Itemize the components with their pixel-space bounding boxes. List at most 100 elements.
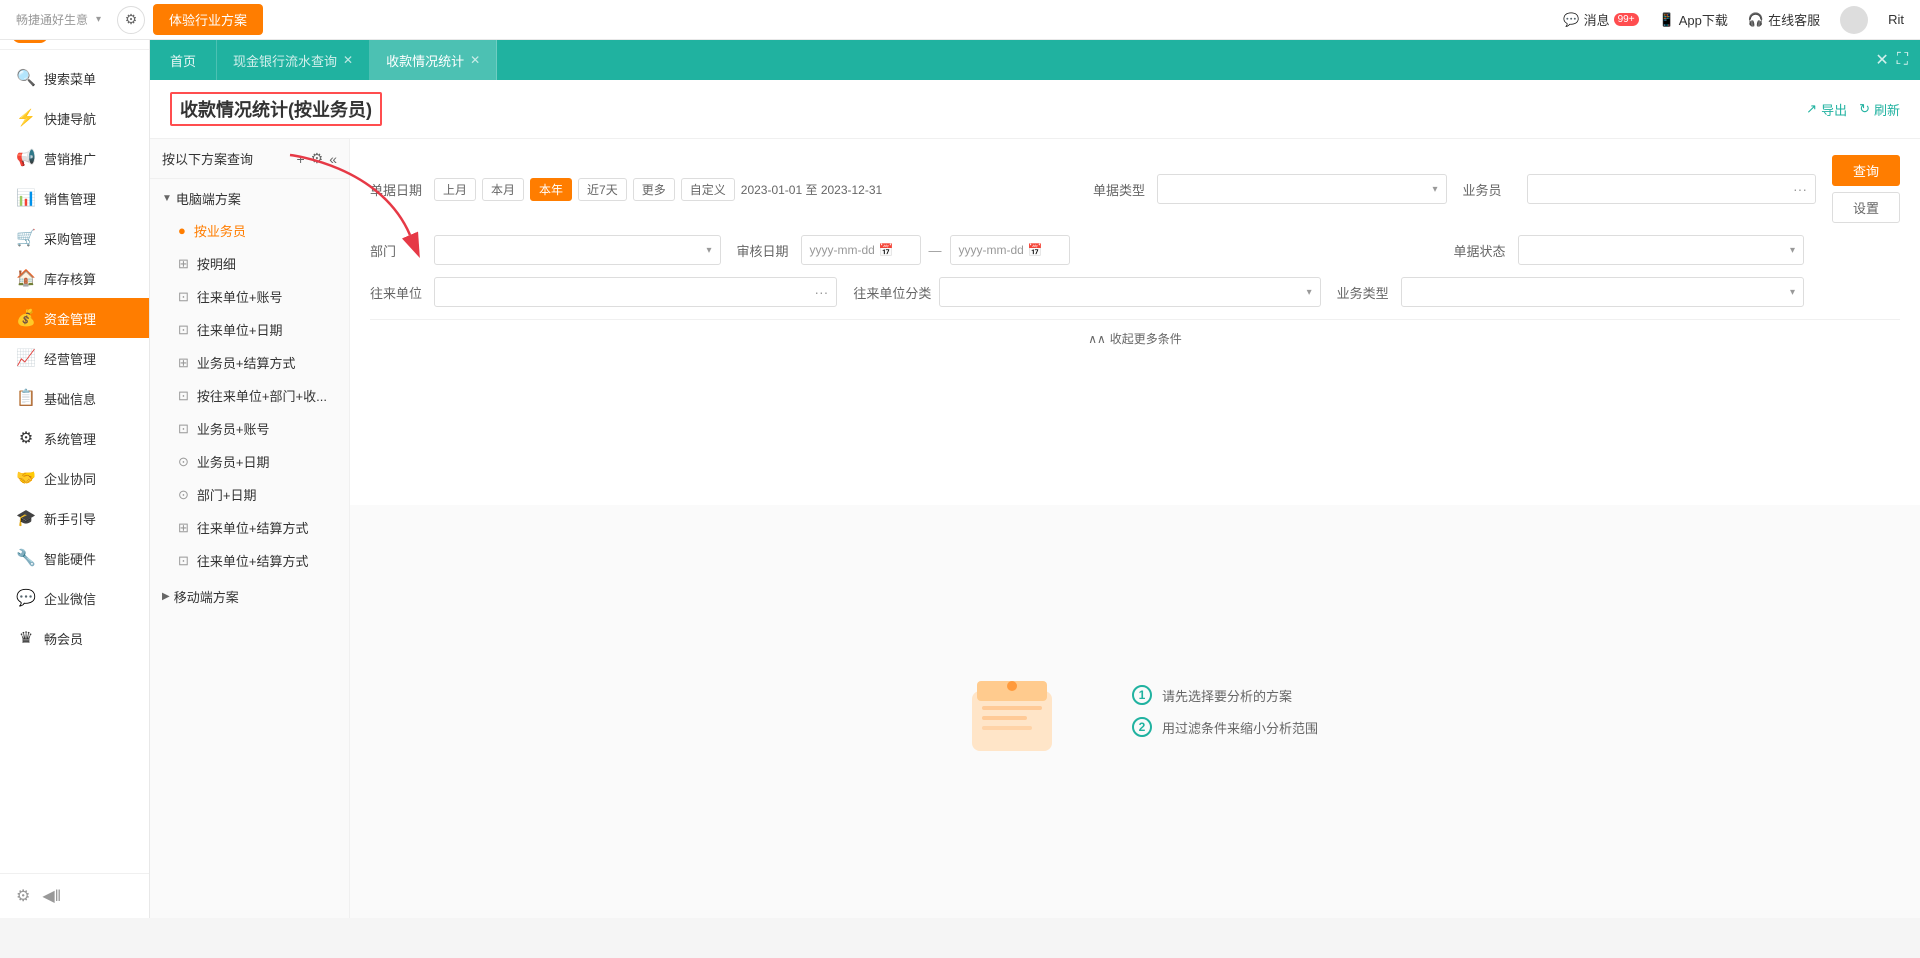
sidebar-item-label-basic: 基础信息	[44, 389, 96, 408]
date-btn-7days[interactable]: 近7天	[578, 178, 627, 201]
staff-select[interactable]: ···	[1527, 174, 1817, 204]
scheme-item-partner-settle1[interactable]: ⊞ 往来单位+结算方式	[150, 511, 349, 544]
sidebar-item-finance[interactable]: 💰 资金管理	[0, 298, 149, 338]
tab-cashflow-close[interactable]: ✕	[343, 53, 353, 67]
sidebar-settings-icon[interactable]: ⚙	[16, 886, 30, 906]
sidebar-item-label-search: 搜索菜单	[44, 69, 96, 88]
service-label: 在线客服	[1768, 10, 1820, 29]
breadcrumb: 畅捷通好生意	[16, 11, 88, 28]
sidebar-item-search[interactable]: 🔍 搜索菜单	[0, 58, 149, 98]
sidebar-item-collab[interactable]: 🤝 企业协同	[0, 458, 149, 498]
sidebar-item-quick[interactable]: ⚡ 快捷导航	[0, 98, 149, 138]
voucher-status-label: 单据状态	[1454, 241, 1510, 260]
sidebar-item-label-sales: 销售管理	[44, 189, 96, 208]
staff-icon: ●	[178, 223, 186, 238]
page-actions: ↗ 导出 ↻ 刷新	[1806, 100, 1900, 119]
dept-label: 部门	[370, 241, 426, 260]
avatar[interactable]	[1840, 6, 1868, 34]
scheme-mobile-group-header[interactable]: ▶ 移动端方案	[150, 581, 349, 612]
calendar-icon-to: 📅	[1028, 243, 1043, 257]
tab-collection-close[interactable]: ✕	[470, 53, 480, 67]
app-download-area[interactable]: 📱 App下载	[1659, 10, 1728, 29]
sidebar-item-basic[interactable]: 📋 基础信息	[0, 378, 149, 418]
service-area[interactable]: 🎧 在线客服	[1748, 10, 1820, 29]
date-btn-this-month[interactable]: 本月	[482, 178, 524, 201]
date-btn-this-year[interactable]: 本年	[530, 178, 572, 201]
date-btn-more[interactable]: 更多	[633, 178, 675, 201]
voucher-status-select[interactable]: ▾	[1518, 235, 1805, 265]
tab-home[interactable]: 首页	[150, 40, 217, 80]
scheme-item-detail[interactable]: ⊞ 按明细	[150, 247, 349, 280]
app-download-icon: 📱	[1659, 12, 1675, 28]
sidebar-item-label-member: 畅会员	[44, 629, 83, 648]
collapse-bar[interactable]: ∧∧ 收起更多条件	[370, 319, 1900, 357]
scheme-item-staff-acct[interactable]: ⊡ 业务员+账号	[150, 412, 349, 445]
sidebar-item-marketing[interactable]: 📢 营销推广	[0, 138, 149, 178]
scheme-item-partner-date[interactable]: ⊡ 往来单位+日期	[150, 313, 349, 346]
partner-category-select[interactable]: ▾	[939, 277, 1320, 307]
date-btn-custom[interactable]: 自定义	[681, 178, 735, 201]
tab-bar-actions: ✕ ⛶	[1875, 50, 1920, 70]
scheme-item-staff-settle[interactable]: ⊞ 业务员+结算方式	[150, 346, 349, 379]
tab-collection[interactable]: 收款情况统计 ✕	[370, 40, 497, 80]
sidebar-item-wechat[interactable]: 💬 企业微信	[0, 578, 149, 618]
sidebar-item-inventory[interactable]: 🏠 库存核算	[0, 258, 149, 298]
export-button[interactable]: ↗ 导出	[1806, 100, 1847, 119]
sidebar-item-hardware[interactable]: 🔧 智能硬件	[0, 538, 149, 578]
review-date-to[interactable]: yyyy-mm-dd 📅	[950, 235, 1070, 265]
collapse-label: 收起更多条件	[1110, 330, 1182, 347]
partner-dots[interactable]: ···	[814, 284, 828, 300]
sidebar-item-guide[interactable]: 🎓 新手引导	[0, 498, 149, 538]
scheme-settings-btn[interactable]: ⚙	[311, 150, 324, 167]
sidebar-item-label-guide: 新手引导	[44, 509, 96, 528]
partner-dept-icon: ⊡	[178, 388, 189, 404]
tab-cashflow[interactable]: 现金银行流水查询 ✕	[217, 40, 370, 80]
scheme-item-partner-dept[interactable]: ⊡ 按往来单位+部门+收...	[150, 379, 349, 412]
scheme-panel: 按以下方案查询 + ⚙ « ▼ 电脑端方案 ● 按业务员	[150, 139, 350, 918]
sidebar-item-member[interactable]: ♛ 畅会员	[0, 618, 149, 658]
message-area[interactable]: 💬 消息 99+	[1563, 10, 1638, 29]
refresh-label: 刷新	[1874, 100, 1900, 119]
scheme-item-partner-dept-label: 按往来单位+部门+收...	[197, 386, 327, 405]
sidebar-item-sales[interactable]: 📊 销售管理	[0, 178, 149, 218]
business-type-select[interactable]: ▾	[1401, 277, 1804, 307]
filter-item-voucher-status: 单据状态 ▾	[1454, 235, 1805, 265]
dept-select[interactable]: ▾	[434, 235, 721, 265]
date-btn-last-month[interactable]: 上月	[434, 178, 476, 201]
scheme-item-dept-date[interactable]: ⊙ 部门+日期	[150, 478, 349, 511]
sidebar-collapse-icon[interactable]: ◀‖	[42, 886, 61, 906]
sidebar-item-purchase[interactable]: 🛒 采购管理	[0, 218, 149, 258]
partner-settle1-icon: ⊞	[178, 520, 189, 536]
header-settings-icon[interactable]: ⚙	[117, 6, 145, 34]
scheme-collapse-btn[interactable]: «	[329, 151, 337, 167]
scheme-desktop-group-header[interactable]: ▼ 电脑端方案	[150, 183, 349, 214]
page-title: 收款情况统计(按业务员)	[170, 92, 382, 126]
voucher-type-select[interactable]: ▾	[1157, 174, 1447, 204]
breadcrumb-dropdown-icon[interactable]: ▾	[96, 14, 101, 25]
scheme-add-btn[interactable]: +	[296, 151, 304, 167]
partner-select[interactable]: ···	[434, 277, 837, 307]
trial-button[interactable]: 体验行业方案	[153, 4, 263, 35]
scheme-item-partner-settle2[interactable]: ⊡ 往来单位+结算方式	[150, 544, 349, 577]
empty-svg	[952, 641, 1072, 761]
wechat-icon: 💬	[16, 588, 36, 608]
right-panel: 单据日期 上月 本月 本年 近7天 更多 自定义 2023-01-01 至 20…	[350, 139, 1920, 918]
marketing-icon: 📢	[16, 148, 36, 168]
detail-icon: ⊞	[178, 256, 189, 272]
scheme-item-partner-settle2-label: 往来单位+结算方式	[197, 551, 309, 570]
tab-fullscreen-btn[interactable]: ⛶	[1897, 51, 1908, 69]
scheme-item-staff-date[interactable]: ⊙ 业务员+日期	[150, 445, 349, 478]
refresh-button[interactable]: ↻ 刷新	[1859, 100, 1900, 119]
guide-icon: 🎓	[16, 508, 36, 528]
query-button[interactable]: 查询	[1832, 155, 1900, 186]
tab-close-btn[interactable]: ✕	[1875, 50, 1888, 70]
review-date-from[interactable]: yyyy-mm-dd 📅	[801, 235, 921, 265]
settings-button[interactable]: 设置	[1832, 192, 1900, 223]
scheme-item-partner-acct[interactable]: ⊡ 往来单位+账号	[150, 280, 349, 313]
sidebar-item-operation[interactable]: 📈 经营管理	[0, 338, 149, 378]
sidebar-item-system[interactable]: ⚙ 系统管理	[0, 418, 149, 458]
scheme-item-staff[interactable]: ● 按业务员	[150, 214, 349, 247]
staff-dots[interactable]: ···	[1793, 181, 1807, 197]
date-label: 单据日期	[370, 180, 426, 199]
sidebar-item-label-system: 系统管理	[44, 429, 96, 448]
